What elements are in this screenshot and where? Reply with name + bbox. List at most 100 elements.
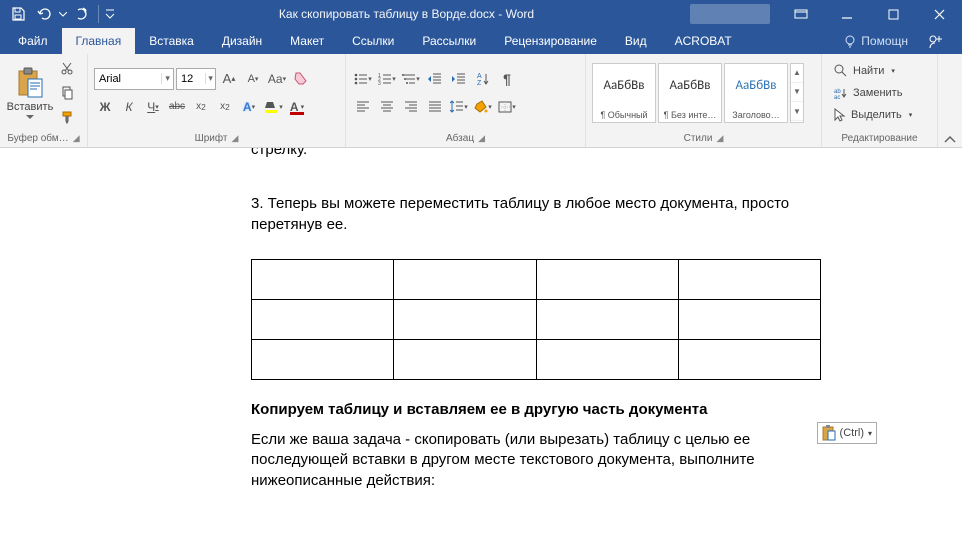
numbering-button[interactable]: 123▾: [376, 68, 398, 90]
change-case-button[interactable]: Aa▾: [266, 68, 288, 90]
search-icon: [834, 64, 848, 78]
multilevel-icon: [402, 73, 416, 85]
clipboard-group-label: Буфер обм…: [7, 133, 68, 144]
svg-text:ac: ac: [834, 95, 840, 99]
ribbon-display-button[interactable]: [778, 0, 824, 28]
paste-options-button[interactable]: (Ctrl) ▾: [817, 422, 877, 444]
font-name-combo[interactable]: ▾: [94, 68, 174, 90]
tab-review[interactable]: Рецензирование: [490, 28, 611, 54]
replace-button[interactable]: abac Заменить: [828, 83, 918, 103]
body-text[interactable]: стрелку.: [251, 148, 821, 160]
undo-button[interactable]: [32, 2, 56, 26]
ribbon-tabs: Файл Главная Вставка Дизайн Макет Ссылки…: [0, 28, 962, 54]
style-preview: АаБбВв: [725, 64, 787, 108]
align-center-button[interactable]: [376, 96, 398, 118]
format-painter-button[interactable]: [56, 106, 78, 128]
group-font: ▾ ▾ A▴ A▾ Aa▾ Ж К Ч▾ abc x2 x2 A▾ ▾ A▾ Ш…: [88, 54, 346, 147]
document-page[interactable]: стрелку. 3. Теперь вы можете переместить…: [91, 148, 871, 556]
cut-button[interactable]: [56, 58, 78, 80]
font-size-combo[interactable]: ▾: [176, 68, 216, 90]
paragraph-dialog-launcher[interactable]: ◢: [478, 133, 485, 144]
bullets-button[interactable]: ▾: [352, 68, 374, 90]
tab-layout[interactable]: Макет: [276, 28, 338, 54]
tab-acrobat[interactable]: ACROBAT: [661, 28, 746, 54]
shading-button[interactable]: ▾: [472, 96, 494, 118]
text-effects-button[interactable]: A▾: [238, 96, 260, 118]
show-marks-button[interactable]: ¶: [496, 68, 518, 90]
font-dialog-launcher[interactable]: ◢: [231, 133, 238, 144]
styles-expand[interactable]: ▼: [791, 102, 803, 121]
document-heading[interactable]: Копируем таблицу и вставляем ее в другую…: [251, 400, 821, 420]
align-right-button[interactable]: [400, 96, 422, 118]
bold-button[interactable]: Ж: [94, 96, 116, 118]
tell-me[interactable]: Помощн: [833, 34, 918, 48]
subscript-button[interactable]: x2: [190, 96, 212, 118]
undo-dropdown[interactable]: [58, 2, 68, 26]
shrink-font-button[interactable]: A▾: [242, 68, 264, 90]
tab-insert[interactable]: Вставка: [135, 28, 208, 54]
borders-button[interactable]: ▾: [496, 96, 518, 118]
tab-home[interactable]: Главная: [62, 28, 136, 54]
tab-references[interactable]: Ссылки: [338, 28, 408, 54]
qat-customize-button[interactable]: [103, 2, 117, 26]
scissors-icon: [60, 62, 74, 76]
paste-label: Вставить: [7, 101, 54, 113]
close-button[interactable]: [916, 0, 962, 28]
window-controls: [778, 0, 962, 28]
chevron-down-icon[interactable]: ▾: [205, 73, 215, 84]
style-heading1[interactable]: АаБбВв Заголово…: [724, 63, 788, 123]
line-spacing-icon: [450, 100, 464, 114]
align-left-button[interactable]: [352, 96, 374, 118]
body-text[interactable]: Если же ваша задача - скопировать (или в…: [251, 430, 821, 491]
styles-scroll-up[interactable]: ▲: [791, 64, 803, 83]
strikethrough-button[interactable]: abc: [166, 96, 188, 118]
justify-icon: [428, 101, 442, 113]
style-no-spacing[interactable]: АаБбВв ¶ Без инте…: [658, 63, 722, 123]
tab-file[interactable]: Файл: [4, 28, 62, 54]
styles-scroll-down[interactable]: ▼: [791, 83, 803, 102]
italic-button[interactable]: К: [118, 96, 140, 118]
redo-button[interactable]: [70, 2, 94, 26]
chevron-down-icon[interactable]: ▾: [161, 73, 173, 84]
copy-button[interactable]: [56, 82, 78, 104]
sort-button[interactable]: AZ: [472, 68, 494, 90]
tab-design[interactable]: Дизайн: [208, 28, 276, 54]
tab-view[interactable]: Вид: [611, 28, 661, 54]
increase-indent-button[interactable]: [448, 68, 470, 90]
user-account[interactable]: [690, 4, 770, 24]
style-normal[interactable]: АаБбВв ¶ Обычный: [592, 63, 656, 123]
paste-options-label: (Ctrl): [840, 427, 864, 439]
brush-icon: [60, 110, 74, 124]
highlight-button[interactable]: ▾: [262, 96, 284, 118]
clipboard-dialog-launcher[interactable]: ◢: [73, 133, 80, 144]
clipboard-icon: [16, 67, 44, 99]
underline-button[interactable]: Ч▾: [142, 96, 164, 118]
paste-button[interactable]: Вставить: [6, 58, 54, 128]
find-button[interactable]: Найти▾: [828, 61, 918, 81]
minimize-button[interactable]: [824, 0, 870, 28]
select-label: Выделить: [851, 109, 902, 121]
collapse-ribbon-button[interactable]: [938, 54, 962, 148]
share-button[interactable]: [918, 28, 954, 54]
save-button[interactable]: [6, 2, 30, 26]
styles-dialog-launcher[interactable]: ◢: [716, 133, 723, 144]
grow-font-button[interactable]: A▴: [218, 68, 240, 90]
tab-mailings[interactable]: Рассылки: [408, 28, 490, 54]
clear-formatting-button[interactable]: [290, 68, 312, 90]
body-text[interactable]: 3. Теперь вы можете переместить таблицу …: [251, 194, 821, 235]
document-area[interactable]: стрелку. 3. Теперь вы можете переместить…: [0, 148, 962, 556]
multilevel-list-button[interactable]: ▾: [400, 68, 422, 90]
font-name-input[interactable]: [95, 73, 161, 85]
outdent-icon: [428, 73, 442, 85]
superscript-button[interactable]: x2: [214, 96, 236, 118]
maximize-button[interactable]: [870, 0, 916, 28]
font-size-input[interactable]: [177, 73, 205, 85]
line-spacing-button[interactable]: ▾: [448, 96, 470, 118]
justify-button[interactable]: [424, 96, 446, 118]
decrease-indent-button[interactable]: [424, 68, 446, 90]
select-button[interactable]: Выделить▾: [828, 105, 918, 125]
font-color-button[interactable]: A▾: [286, 96, 308, 118]
document-table[interactable]: [251, 259, 821, 380]
style-name-label: ¶ Обычный: [593, 108, 655, 122]
bucket-icon: [474, 100, 488, 114]
